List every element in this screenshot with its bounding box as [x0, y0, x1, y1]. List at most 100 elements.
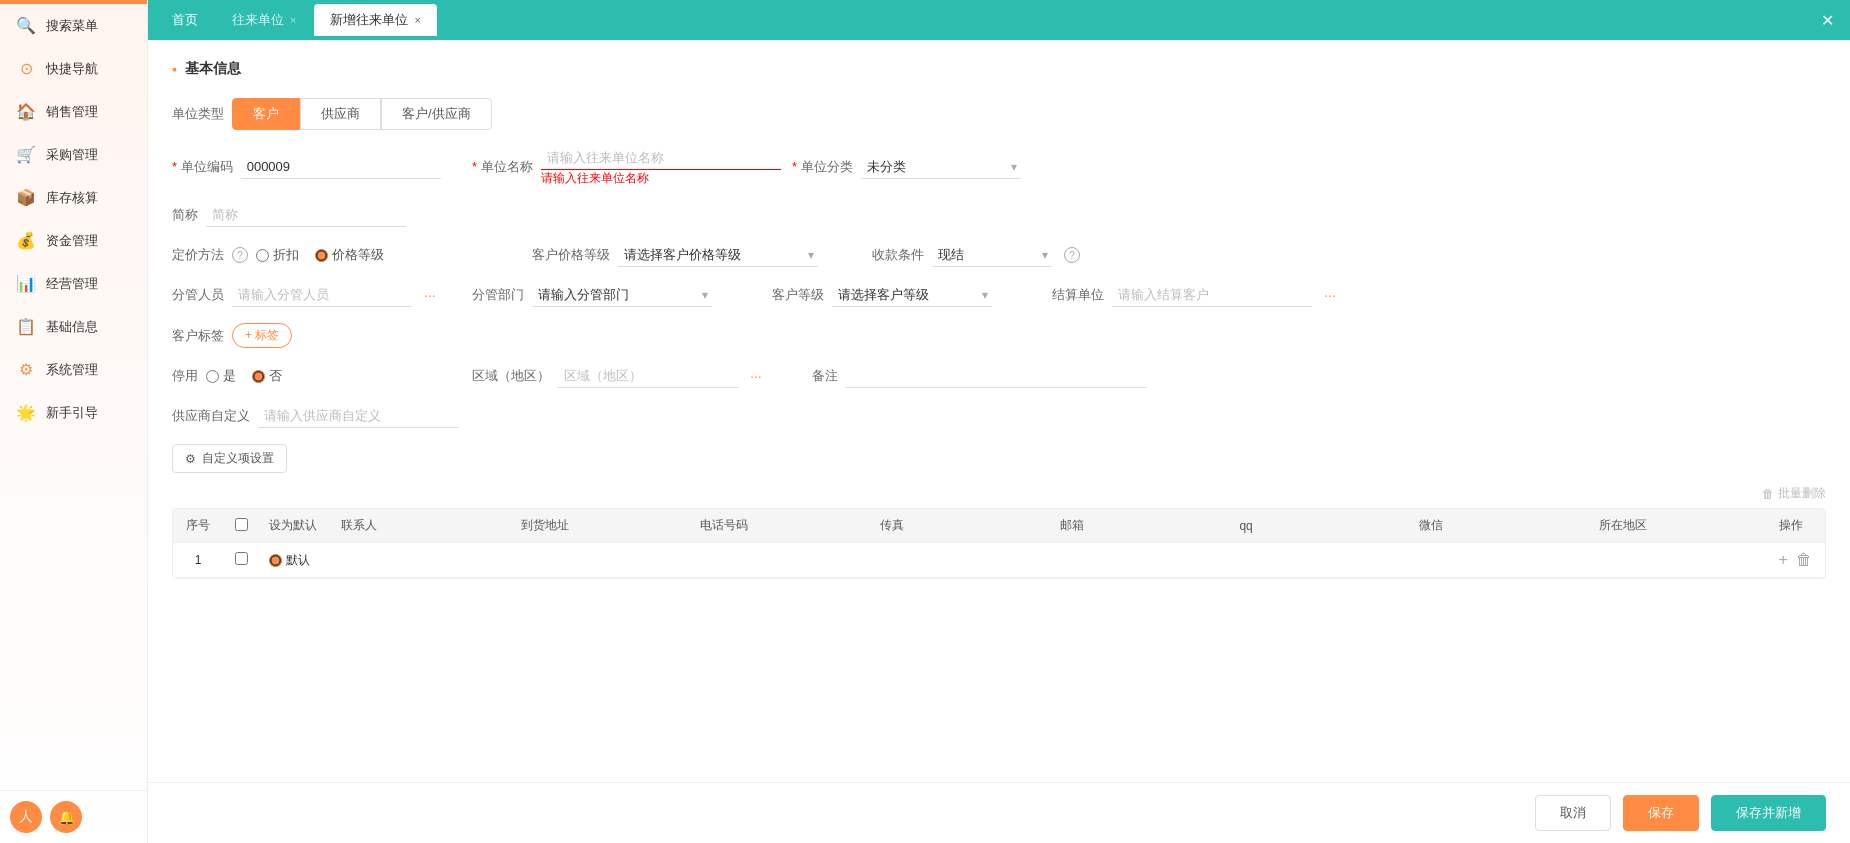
row-checkbox[interactable]	[235, 552, 248, 565]
payment-help-icon[interactable]: ?	[1064, 247, 1080, 263]
manager-input[interactable]	[232, 283, 412, 307]
notification-icon[interactable]: 🔔	[50, 801, 82, 833]
payment-select[interactable]: 现结	[932, 243, 1052, 267]
pricing-group: 定价方法 ? 折扣 价格等级	[172, 246, 532, 264]
pricing-radio-discount-input[interactable]	[256, 249, 269, 262]
sidebar-item-sales[interactable]: 🏠 销售管理	[0, 90, 147, 133]
add-row-icon[interactable]: +	[1779, 551, 1788, 569]
sidebar-item-system[interactable]: ⚙ 系统管理	[0, 348, 147, 391]
disabled-radio-group: 是 否	[206, 367, 282, 385]
th-phone: 电话号码	[690, 509, 870, 543]
cell-qq[interactable]	[1229, 543, 1409, 578]
pricing-radio-price-level-input[interactable]	[315, 249, 328, 262]
remark-input[interactable]	[846, 364, 1146, 388]
close-all-tabs[interactable]: ✕	[1813, 7, 1842, 34]
qq-input[interactable]	[1239, 553, 1399, 567]
sidebar: 🔍 搜索菜单 ⊙ 快捷导航 🏠 销售管理 🛒 采购管理 📦 库存核算 💰 资金管…	[0, 0, 148, 843]
region-more-btn[interactable]: ···	[746, 368, 766, 384]
sidebar-item-search[interactable]: 🔍 搜索菜单	[0, 4, 147, 47]
disabled-radio-yes-input[interactable]	[206, 370, 219, 383]
cell-contact[interactable]	[331, 543, 511, 578]
save-new-button[interactable]: 保存并新增	[1711, 795, 1826, 831]
sales-icon: 🏠	[16, 102, 36, 121]
sidebar-item-purchase[interactable]: 🛒 采购管理	[0, 133, 147, 176]
fax-input[interactable]	[880, 553, 1040, 567]
disabled-radio-yes[interactable]: 是	[206, 367, 236, 385]
abbr-row: 简称	[172, 203, 1826, 227]
th-fax: 传真	[870, 509, 1050, 543]
pricing-radio-group: 折扣 价格等级	[256, 246, 384, 264]
cancel-button[interactable]: 取消	[1535, 795, 1611, 831]
wechat-input[interactable]	[1419, 553, 1579, 567]
sidebar-item-operation[interactable]: 📊 经营管理	[0, 262, 147, 305]
close-counterpart-tab[interactable]: ×	[290, 14, 296, 26]
cell-wechat[interactable]	[1409, 543, 1589, 578]
delete-row-icon[interactable]: 🗑	[1796, 551, 1812, 569]
add-tag-button[interactable]: + 标签	[232, 323, 292, 348]
custom-settings-button[interactable]: ⚙ 自定义项设置	[172, 444, 287, 473]
email-input[interactable]	[1060, 553, 1220, 567]
settlement-input[interactable]	[1112, 283, 1312, 307]
area-input[interactable]	[1599, 553, 1759, 567]
customer-level-select[interactable]: 请选择客户等级	[832, 283, 992, 307]
unit-code-input[interactable]	[241, 155, 441, 179]
customer-price-select[interactable]: 请选择客户价格等级	[618, 243, 818, 267]
custom-btn-label: 自定义项设置	[202, 450, 274, 467]
pricing-radio-discount[interactable]: 折扣	[256, 246, 299, 264]
contact-input[interactable]	[341, 553, 501, 567]
tab-home[interactable]: 首页	[156, 4, 214, 36]
unit-name-input[interactable]	[541, 146, 781, 170]
supplier-custom-label: 供应商自定义	[172, 407, 250, 425]
abbr-input[interactable]	[206, 203, 406, 227]
settlement-more-btn[interactable]: ···	[1320, 287, 1340, 303]
sidebar-item-label: 快捷导航	[46, 60, 98, 78]
cell-area[interactable]	[1589, 543, 1769, 578]
tab-counterpart[interactable]: 往来单位 ×	[216, 4, 312, 36]
th-checkbox[interactable]	[223, 509, 259, 543]
unit-name-group: 单位名称 请输入往来单位名称	[472, 146, 792, 187]
manager-more-btn[interactable]: ···	[420, 287, 440, 303]
sidebar-item-quicknav[interactable]: ⊙ 快捷导航	[0, 47, 147, 90]
tab-new-counterpart[interactable]: 新增往来单位 ×	[314, 4, 436, 36]
department-select[interactable]: 请输入分管部门	[532, 283, 712, 307]
disabled-radio-no-input[interactable]	[252, 370, 265, 383]
batch-delete-label[interactable]: 批量删除	[1778, 485, 1826, 502]
tag-group: 客户标签 + 标签	[172, 323, 1826, 348]
type-btn-supplier[interactable]: 供应商	[300, 98, 381, 130]
th-default: 设为默认	[259, 509, 331, 543]
cell-checkbox[interactable]	[223, 543, 259, 578]
pricing-radio-price-level[interactable]: 价格等级	[315, 246, 384, 264]
unit-category-label: 单位分类	[792, 158, 853, 176]
default-radio-label[interactable]: 默认	[269, 552, 321, 569]
phone-input[interactable]	[700, 553, 860, 567]
type-btn-customer[interactable]: 客户	[232, 98, 300, 130]
cell-action: + 🗑	[1769, 543, 1826, 578]
contacts-table-wrapper: 序号 设为默认 联系人 到货地址 电话号码 传真 邮箱 qq 微信 所在地区 操…	[172, 508, 1826, 579]
cell-email[interactable]	[1050, 543, 1230, 578]
address-input[interactable]	[521, 553, 681, 567]
sidebar-item-basic[interactable]: 📋 基础信息	[0, 305, 147, 348]
user-avatar[interactable]: 人	[10, 801, 42, 833]
unit-type-row: 单位类型 客户 供应商 客户/供应商	[172, 98, 1826, 130]
settlement-group: 结算单位 ···	[1052, 283, 1340, 307]
table-row: 1 默认	[173, 543, 1825, 578]
cell-phone[interactable]	[690, 543, 870, 578]
sidebar-item-finance[interactable]: 💰 资金管理	[0, 219, 147, 262]
cell-address[interactable]	[511, 543, 691, 578]
main-area: 首页 往来单位 × 新增往来单位 × ✕ ▪ 基本信息 单位类型 客户 供应商 …	[148, 0, 1850, 843]
form-footer: 取消 保存 保存并新增	[148, 782, 1850, 843]
sidebar-item-newbie[interactable]: 🌟 新手引导	[0, 391, 147, 434]
unit-category-select[interactable]: 未分类	[861, 155, 1021, 179]
save-button[interactable]: 保存	[1623, 795, 1699, 831]
supplier-custom-input[interactable]	[258, 404, 458, 428]
region-input[interactable]	[558, 364, 738, 388]
th-contact: 联系人	[331, 509, 511, 543]
default-radio-input[interactable]	[269, 554, 282, 567]
close-new-counterpart-tab[interactable]: ×	[414, 14, 420, 26]
type-btn-both[interactable]: 客户/供应商	[381, 98, 492, 130]
disabled-radio-no[interactable]: 否	[252, 367, 282, 385]
sidebar-item-inventory[interactable]: 📦 库存核算	[0, 176, 147, 219]
pricing-help-icon[interactable]: ?	[232, 247, 248, 263]
cell-fax[interactable]	[870, 543, 1050, 578]
select-all-checkbox[interactable]	[235, 518, 248, 531]
